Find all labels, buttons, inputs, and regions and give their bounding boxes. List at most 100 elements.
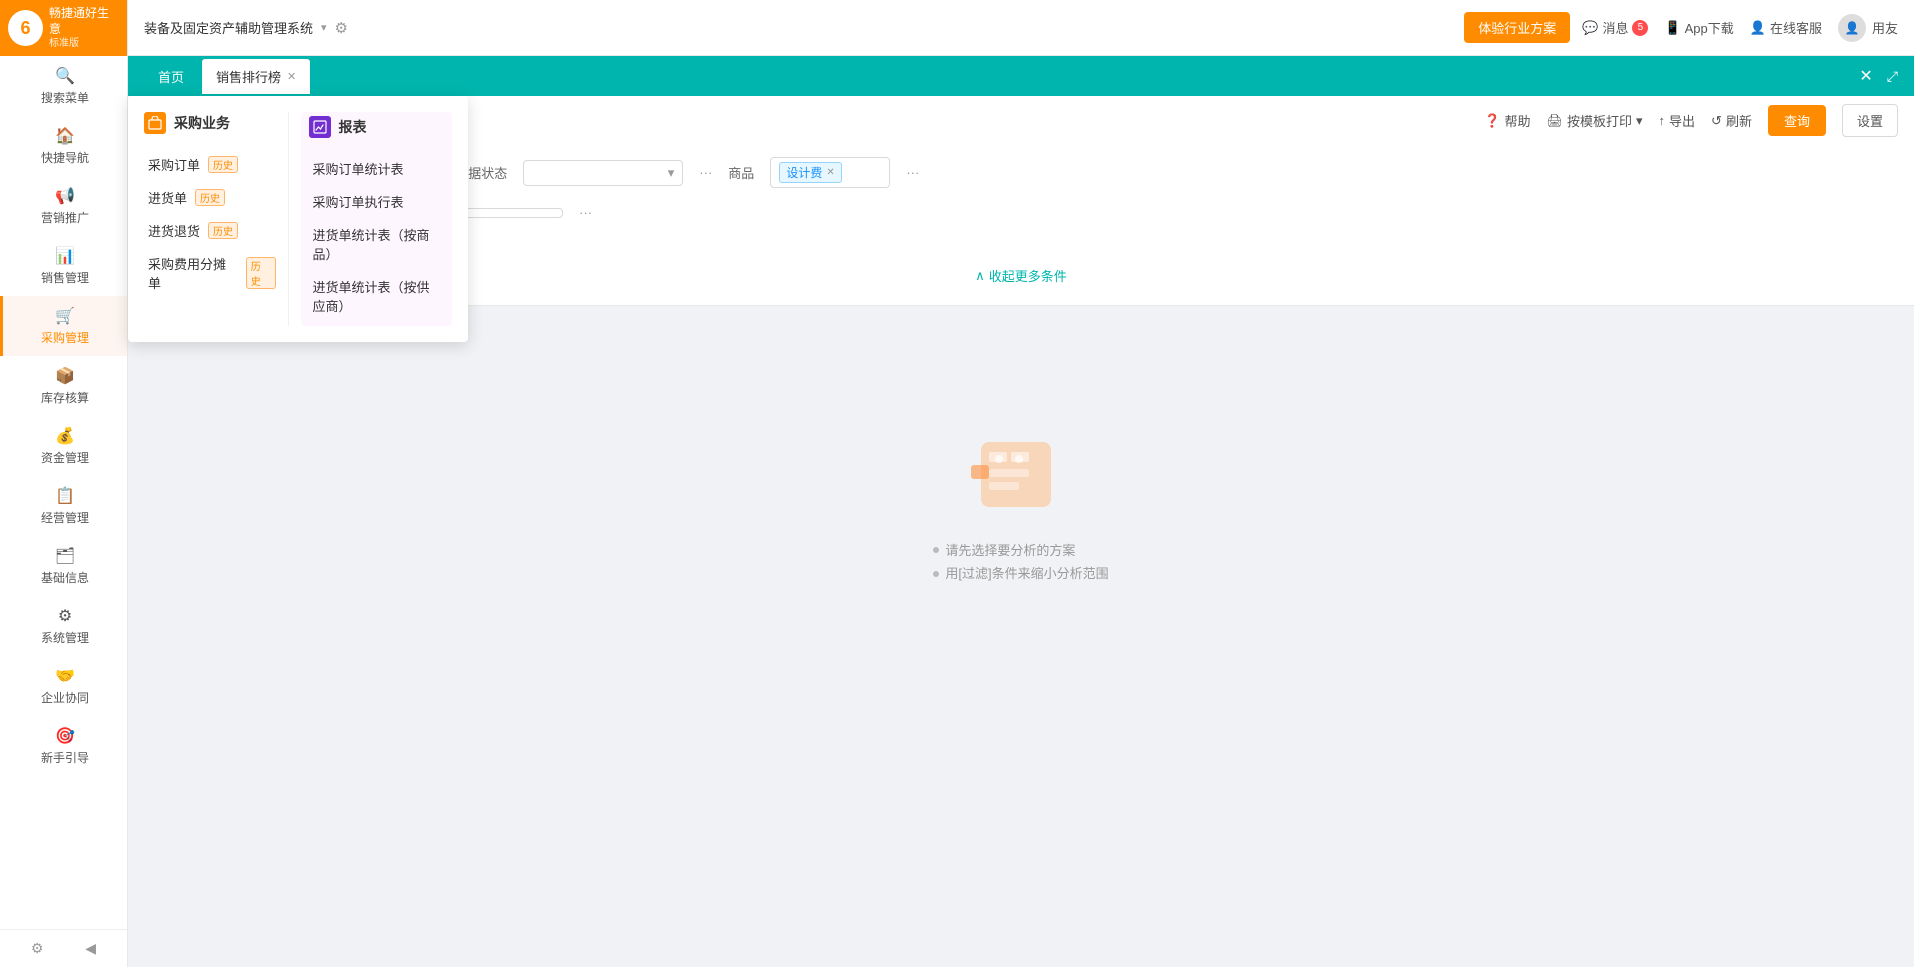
export-button[interactable]: ↑ 导出 [1659,111,1696,130]
message-icon: 💬 [1582,20,1598,36]
sidebar-item-label: 销售管理 [41,269,89,286]
user-label: 用友 [1872,18,1898,37]
sidebar-item-inventory[interactable]: 📦 库存核算 [0,356,127,416]
dropdown-col-divider [288,112,289,326]
phone-icon: 📱 [1664,20,1680,36]
tab-sales-rank-label: 销售排行榜 [216,67,281,86]
service-action[interactable]: 👤 在线客服 [1750,18,1822,37]
dropdown-item-order-exec[interactable]: 采购订单执行表 [309,185,445,218]
sidebar-item-label: 采购管理 [41,329,89,346]
operation-icon: 📋 [55,486,75,506]
tab-home[interactable]: 首页 [144,59,198,94]
goods-more-icon[interactable]: ··· [906,165,919,180]
status-more-icon[interactable]: ··· [699,165,712,180]
system-icon: ⚙ [58,606,72,626]
tab-sales-rank[interactable]: 销售排行榜 ✕ [202,59,310,94]
empty-illustration [961,427,1081,527]
sidebar-item-marketing[interactable]: 📢 营销推广 [0,176,127,236]
user-avatar: 👤 [1838,14,1866,42]
tab-close-icon[interactable]: ✕ [287,70,296,83]
sidebar-item-purchase[interactable]: 🛒 采购管理 [0,296,127,356]
dropdown-item-incoming-stat-goods[interactable]: 进货单统计表（按商品） [309,218,445,270]
service-icon: 👤 [1750,20,1766,36]
empty-dot-2 [933,571,939,577]
expense-label: 采购费用分摊单 [148,254,238,292]
sidebar-item-label: 快捷导航 [41,149,89,166]
sidebar-footer: ⚙ ◀ [0,929,127,967]
sidebar-item-label: 新手引导 [41,749,89,766]
topbar-gear-icon[interactable]: ⚙ [335,19,348,37]
empty-hint-1: 请先选择要分析的方案 [945,539,1075,562]
logo-icon: 6 [8,10,43,46]
help-button[interactable]: ❓ 帮助 [1484,111,1530,130]
dropdown-item-incoming[interactable]: 进货单 历史 [144,181,280,214]
incoming-stat-goods-label: 进货单统计表（按商品） [313,225,441,263]
sales-icon: 📊 [55,246,75,266]
user-action[interactable]: 👤 用友 [1838,14,1898,42]
status-input[interactable]: ▾ [523,160,683,186]
sidebar-item-enterprise[interactable]: 🤝 企业协同 [0,656,127,716]
goods-tag: 设计费 ✕ [779,162,841,183]
report-section-title: 报表 [339,117,367,137]
dropdown-item-incoming-stat-supplier[interactable]: 进货单统计表（按供应商） [309,270,445,322]
logo-sub: 标准版 [49,37,119,50]
sidebar-item-guide[interactable]: 🎯 新手引导 [0,716,127,776]
collapse-button[interactable]: ∧ 收起更多条件 [975,266,1067,285]
order-stat-label: 采购订单统计表 [313,159,404,178]
purchase-icon: 🛒 [55,306,75,326]
return-history-badge: 历史 [208,222,238,239]
finance-icon: 💰 [55,426,75,446]
empty-hint-2: 用[过滤]条件来缩小分析范围 [945,562,1108,585]
help-icon: ❓ [1484,113,1500,129]
print-icon: 🖨 [1546,113,1563,129]
sidebar-item-sales[interactable]: 📊 销售管理 [0,236,127,296]
sidebar-item-system[interactable]: ⚙ 系统管理 [0,596,127,656]
sidebar-item-search[interactable]: 🔍 搜索菜单 [0,56,127,116]
logo-name: 畅捷通好生意 [49,6,119,37]
query-button[interactable]: 查询 [1768,105,1826,136]
inventory-icon: 📦 [55,366,75,386]
purchase-order-label: 采购订单 [148,155,200,174]
tab-home-label: 首页 [158,67,184,86]
tabbar-expand-button[interactable]: ⤢ [1887,68,1898,85]
goods-label: 商品 [728,163,754,182]
goods-tag-close[interactable]: ✕ [826,167,834,178]
goods-input[interactable]: 设计费 ✕ [770,157,890,188]
settings-button[interactable]: 设置 [1842,104,1898,137]
sidebar-item-quicknav[interactable]: 🏠 快捷导航 [0,116,127,176]
topbar-chevron-icon[interactable]: ▾ [321,21,327,34]
dropdown-columns: 采购业务 采购订单 历史 进货单 历史 进货退货 历史 采购费用分摊单 历史 [144,112,452,326]
sidebar-item-label: 资金管理 [41,449,89,466]
sidebar-item-finance[interactable]: 💰 资金管理 [0,416,127,476]
message-action[interactable]: 💬 消息 5 [1582,18,1648,37]
app-action[interactable]: 📱 App下载 [1664,18,1733,37]
search-icon: 🔍 [55,66,75,86]
salesman-more-icon[interactable]: ··· [579,205,592,220]
topbar-actions: 💬 消息 5 📱 App下载 👤 在线客服 👤 用友 [1582,14,1898,42]
collapse-sidebar-button[interactable]: ◀ [85,940,96,957]
return-label: 进货退货 [148,221,200,240]
tabbar-close-button[interactable]: ✕ [1859,66,1872,86]
dropdown-item-purchase-order[interactable]: 采购订单 历史 [144,148,280,181]
sidebar-item-operation[interactable]: 📋 经营管理 [0,476,127,536]
enterprise-icon: 🤝 [55,666,75,686]
app-label: App下载 [1685,18,1734,37]
sidebar-item-basic[interactable]: 🗂 基础信息 [0,536,127,596]
marketing-icon: 📢 [55,186,75,206]
dropdown-report-col: 报表 采购订单统计表 采购订单执行表 进货单统计表（按商品） 进货单统计表（按供… [301,112,453,326]
settings-footer-button[interactable]: ⚙ [31,940,44,957]
dropdown-item-order-stat[interactable]: 采购订单统计表 [309,152,445,185]
sidebar: 6 畅捷通好生意 标准版 🔍 搜索菜单 🏠 快捷导航 📢 营销推广 📊 销售管理… [0,0,128,967]
topbar: 装备及固定资产辅助管理系统 ▾ ⚙ 体验行业方案 💬 消息 5 📱 App下载 … [128,0,1914,56]
dropdown-item-return[interactable]: 进货退货 历史 [144,214,280,247]
empty-text: 请先选择要分析的方案 用[过滤]条件来缩小分析范围 [933,539,1108,586]
purchase-section-header: 采购业务 [144,112,280,138]
print-button[interactable]: 🖨 按模板打印 ▾ [1546,111,1642,130]
report-section-header: 报表 [309,116,445,142]
purchase-section-icon [144,112,166,134]
refresh-icon: ↺ [1711,113,1722,129]
dropdown-item-expense[interactable]: 采购费用分摊单 历史 [144,247,280,299]
order-exec-label: 采购订单执行表 [313,192,404,211]
refresh-button[interactable]: ↺ 刷新 [1711,111,1752,130]
industry-button[interactable]: 体验行业方案 [1464,12,1570,43]
